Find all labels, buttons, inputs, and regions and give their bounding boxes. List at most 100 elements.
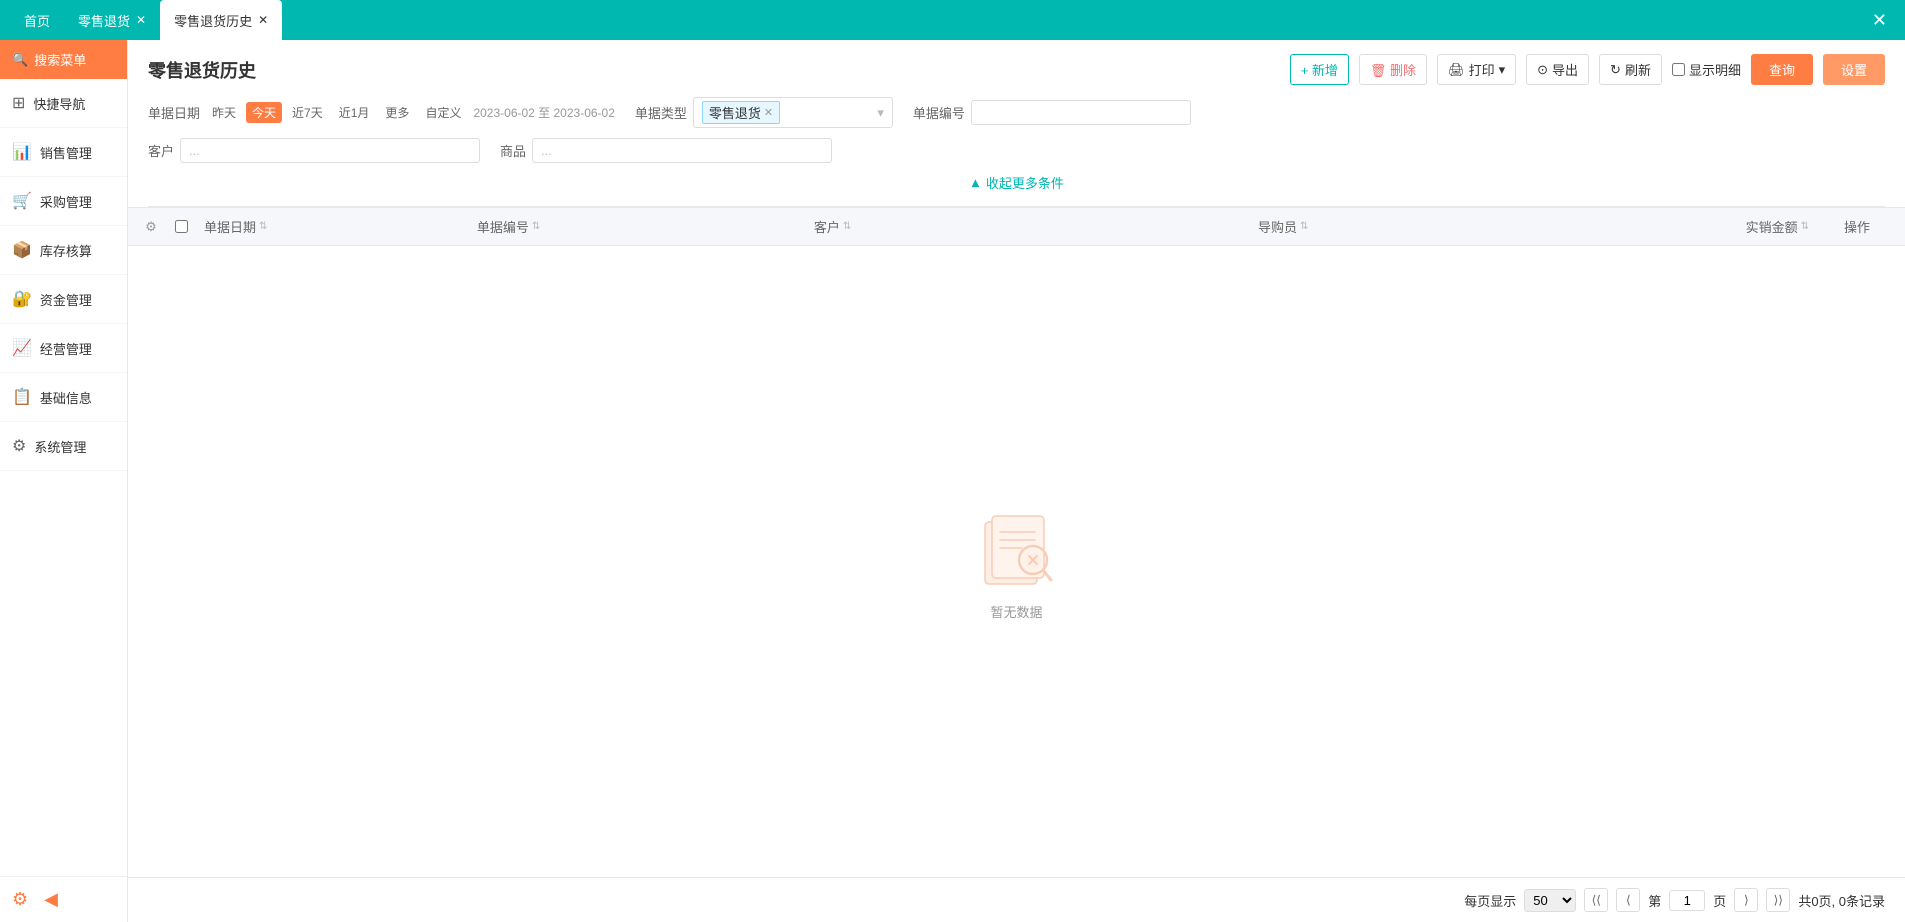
refresh-icon: ↻ xyxy=(1610,62,1621,78)
sort-num-icon: ⇅ xyxy=(532,221,540,232)
sales-icon: 📊 xyxy=(12,142,32,162)
customer-placeholder: ... xyxy=(189,143,200,158)
tab-retail-return[interactable]: 零售退货 ✕ xyxy=(64,0,160,40)
page-header: 零售退货历史 + 新增 🗑 删除 🖨 打印 ▾ ⊙ 导出 ↻ xyxy=(128,40,1905,208)
sidebar-item-finance[interactable]: 🔐 资金管理 xyxy=(0,275,127,324)
sort-date-icon: ⇅ xyxy=(259,221,267,232)
table-settings-button[interactable]: ⚙ xyxy=(136,219,166,235)
empty-text: 暂无数据 xyxy=(990,602,1042,621)
inventory-icon: 📦 xyxy=(12,240,32,260)
settings-bottom-icon[interactable]: ⚙ xyxy=(12,889,28,910)
page-go-label: 第 xyxy=(1648,891,1661,910)
date-buttons: 昨天 今天 近7天 近1月 更多 自定义 xyxy=(206,102,467,123)
tab-retail-return-close[interactable]: ✕ xyxy=(136,13,146,27)
collapse-sidebar-icon[interactable]: ◀ xyxy=(44,889,58,910)
collapse-icon: ▲ xyxy=(969,175,982,190)
content-area: 零售退货历史 + 新增 🗑 删除 🖨 打印 ▾ ⊙ 导出 ↻ xyxy=(128,40,1905,922)
sidebar-item-purchase-mgmt[interactable]: 🛒 采购管理 xyxy=(0,177,127,226)
pagination: 每页显示 50 10 20 100 ⟨⟨ ⟨ 第 页 ⟩ ⟩⟩ 共0页, 0条记… xyxy=(128,877,1905,922)
goods-filter: 商品 ... xyxy=(500,138,832,163)
th-date[interactable]: 单据日期 ⇅ xyxy=(196,217,469,236)
date-btn-custom[interactable]: 自定义 xyxy=(419,102,467,123)
page-number-input[interactable] xyxy=(1669,890,1705,911)
show-detail-label[interactable]: 显示明细 xyxy=(1672,60,1741,79)
empty-icon xyxy=(967,502,1067,592)
th-customer[interactable]: 客户 ⇅ xyxy=(806,217,1250,236)
add-button[interactable]: + 新增 xyxy=(1290,54,1349,85)
search-icon: 🔍 xyxy=(12,52,28,68)
select-all-checkbox[interactable] xyxy=(175,220,188,233)
sidebar: 🔍 搜索菜单 ⊞ 快捷导航 📊 销售管理 🛒 采购管理 📦 库存核算 🔐 资金管… xyxy=(0,40,128,922)
collapse-filter-button[interactable]: ▲ 收起更多条件 xyxy=(969,173,1064,192)
date-btn-7days[interactable]: 近7天 xyxy=(286,102,329,123)
total-info: 共0页, 0条记录 xyxy=(1798,891,1885,910)
date-range-display: 2023-06-02 至 2023-06-02 xyxy=(473,104,614,121)
filter-row-2: 客户 ... 商品 ... xyxy=(148,138,1885,163)
sort-guide-icon: ⇅ xyxy=(1300,221,1308,232)
date-btn-1month[interactable]: 近1月 xyxy=(333,102,376,123)
page-size-label: 每页显示 xyxy=(1464,891,1516,910)
doc-type-select[interactable]: 零售退货 ✕ ▾ xyxy=(693,97,893,128)
top-nav: 首页 零售退货 ✕ 零售退货历史 ✕ ✕ xyxy=(0,0,1905,40)
sidebar-item-sales-mgmt[interactable]: 📊 销售管理 xyxy=(0,128,127,177)
th-number[interactable]: 单据编号 ⇅ xyxy=(469,217,806,236)
empty-state: 暂无数据 xyxy=(128,246,1905,877)
doc-type-tag-close[interactable]: ✕ xyxy=(764,106,773,119)
sort-amount-icon: ⇅ xyxy=(1801,221,1809,232)
tab-home[interactable]: 首页 xyxy=(10,0,64,40)
page-unit-label: 页 xyxy=(1713,891,1726,910)
page-title: 零售退货历史 xyxy=(148,57,256,83)
date-btn-yesterday[interactable]: 昨天 xyxy=(206,102,242,123)
sidebar-item-inventory[interactable]: 📦 库存核算 xyxy=(0,226,127,275)
empty-illustration xyxy=(967,502,1067,592)
quick-nav-icon: ⊞ xyxy=(12,93,25,113)
page-next-button[interactable]: ⟩ xyxy=(1734,888,1758,912)
table-wrapper: ⚙ 单据日期 ⇅ 单据编号 ⇅ 客户 ⇅ 导购员 ⇅ xyxy=(128,208,1905,877)
page-first-button[interactable]: ⟨⟨ xyxy=(1584,888,1608,912)
print-button[interactable]: 🖨 打印 ▾ xyxy=(1437,54,1516,85)
main-layout: 🔍 搜索菜单 ⊞ 快捷导航 📊 销售管理 🛒 采购管理 📦 库存核算 🔐 资金管… xyxy=(0,40,1905,922)
page-last-button[interactable]: ⟩⟩ xyxy=(1766,888,1790,912)
sort-customer-icon: ⇅ xyxy=(843,221,851,232)
doc-type-tag: 零售退货 ✕ xyxy=(702,101,780,124)
sidebar-item-system[interactable]: ⚙ 系统管理 xyxy=(0,422,127,471)
goods-input[interactable]: ... xyxy=(532,138,832,163)
window-close-button[interactable]: ✕ xyxy=(1864,10,1895,31)
th-guide[interactable]: 导购员 ⇅ xyxy=(1250,217,1587,236)
delete-button[interactable]: 🗑 删除 xyxy=(1359,54,1427,85)
query-button[interactable]: 查询 xyxy=(1751,54,1813,85)
page-size-select[interactable]: 50 10 20 100 xyxy=(1524,889,1576,912)
sidebar-search[interactable]: 🔍 搜索菜单 xyxy=(0,40,127,79)
system-icon: ⚙ xyxy=(12,436,26,456)
operations-icon: 📈 xyxy=(12,338,32,358)
date-btn-more[interactable]: 更多 xyxy=(379,102,415,123)
table-header: ⚙ 单据日期 ⇅ 单据编号 ⇅ 客户 ⇅ 导购员 ⇅ xyxy=(128,208,1905,246)
doc-no-input[interactable] xyxy=(971,100,1191,125)
sidebar-item-operations[interactable]: 📈 经营管理 xyxy=(0,324,127,373)
basic-info-icon: 📋 xyxy=(12,387,32,407)
doc-type-dropdown-icon: ▾ xyxy=(877,105,884,121)
doc-type-filter: 单据类型 零售退货 ✕ ▾ xyxy=(635,97,893,128)
th-amount[interactable]: 实销金额 ⇅ xyxy=(1587,217,1817,236)
goods-placeholder: ... xyxy=(541,143,552,158)
tab-retail-return-history-close[interactable]: ✕ xyxy=(258,13,268,27)
settings-button[interactable]: 设置 xyxy=(1823,54,1885,85)
page-prev-button[interactable]: ⟨ xyxy=(1616,888,1640,912)
show-detail-checkbox[interactable] xyxy=(1672,63,1685,76)
date-btn-today[interactable]: 今天 xyxy=(246,102,282,123)
export-icon: ⊙ xyxy=(1537,62,1548,78)
print-icon: 🖨 xyxy=(1448,62,1465,78)
filter-row-1: 单据日期 昨天 今天 近7天 近1月 更多 自定义 2023-06-02 至 2… xyxy=(148,97,1885,128)
sidebar-item-basic-info[interactable]: 📋 基础信息 xyxy=(0,373,127,422)
customer-input[interactable]: ... xyxy=(180,138,480,163)
refresh-button[interactable]: ↻ 刷新 xyxy=(1599,54,1662,85)
sidebar-item-quick-nav[interactable]: ⊞ 快捷导航 xyxy=(0,79,127,128)
print-dropdown-icon: ▾ xyxy=(1499,62,1506,78)
export-button[interactable]: ⊙ 导出 xyxy=(1526,54,1589,85)
finance-icon: 🔐 xyxy=(12,289,32,309)
date-filter: 单据日期 昨天 今天 近7天 近1月 更多 自定义 2023-06-02 至 2… xyxy=(148,102,615,123)
filter-area: 单据日期 昨天 今天 近7天 近1月 更多 自定义 2023-06-02 至 2… xyxy=(148,97,1885,207)
tab-retail-return-history[interactable]: 零售退货历史 ✕ xyxy=(160,0,282,40)
page-title-row: 零售退货历史 + 新增 🗑 删除 🖨 打印 ▾ ⊙ 导出 ↻ xyxy=(148,54,1885,85)
table-select-all[interactable] xyxy=(166,220,196,233)
